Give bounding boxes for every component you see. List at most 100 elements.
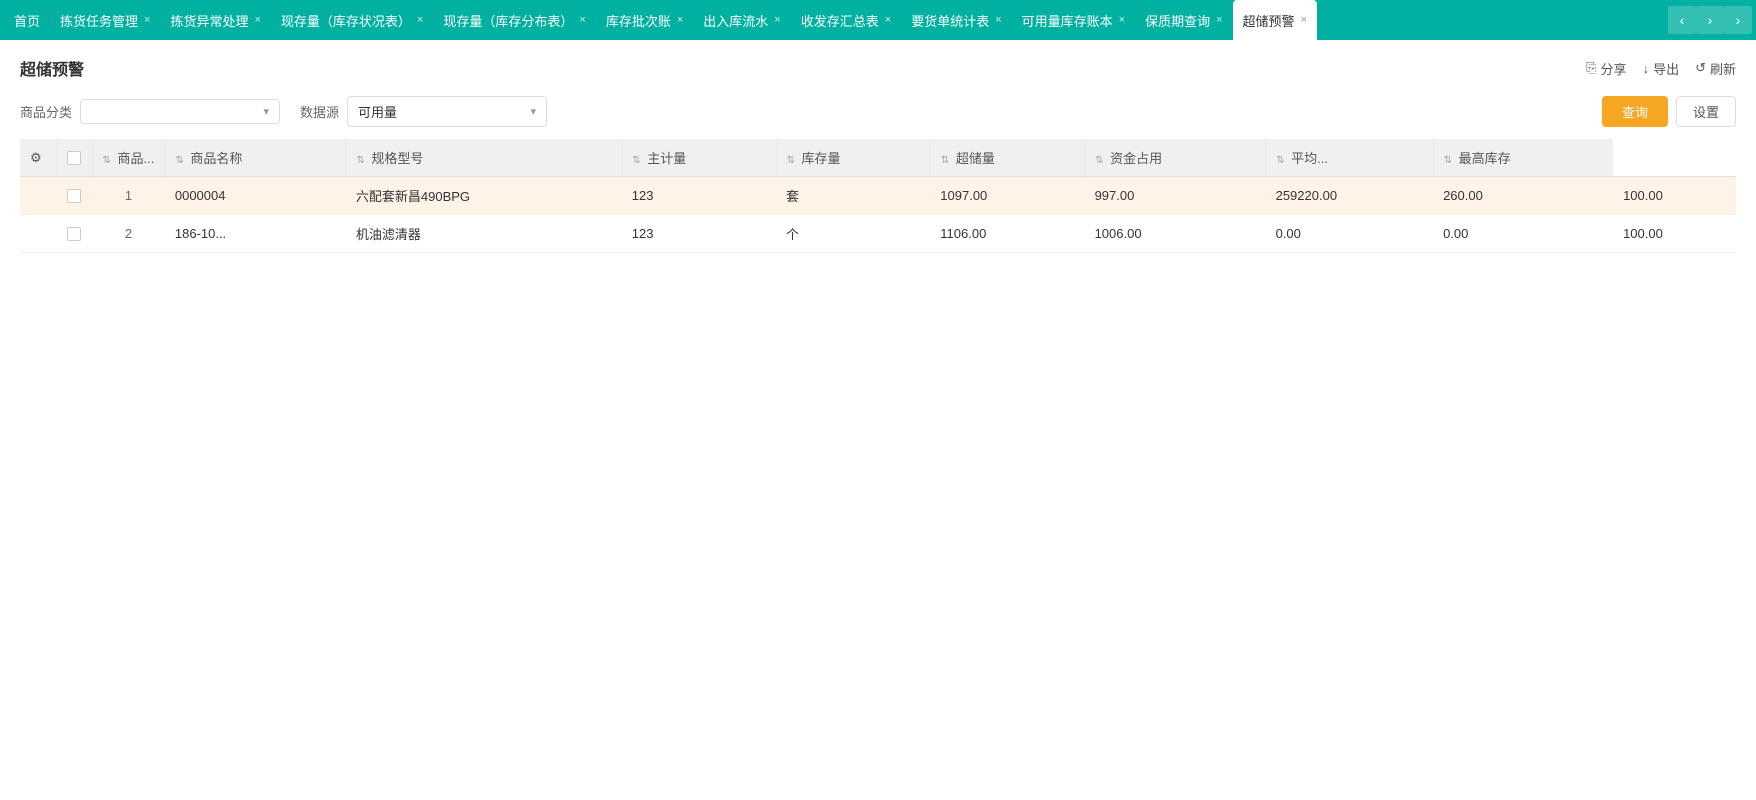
datasource-label: 数据源: [300, 102, 339, 121]
header-actions: ⎘ 分享 ↓ 导出 ↺ 刷新: [1586, 59, 1736, 78]
table-header-row: ⚙ ⇅ 商品... ⇅ 商品名称 ⇅ 规格型号 ⇅ 主计: [20, 139, 1736, 177]
filter-row: 商品分类 ▾ 数据源 可用量 ▾ 查询 设置: [20, 96, 1736, 127]
page-title: 超储预警: [20, 56, 84, 80]
col-capital[interactable]: ⇅ 资金占用: [1085, 139, 1266, 177]
col-overstock[interactable]: ⇅ 超储量: [930, 139, 1084, 177]
col-max-stock[interactable]: ⇅ 最高库存: [1433, 139, 1613, 177]
header-checkbox[interactable]: [67, 151, 81, 165]
nav-batch[interactable]: 库存批次账 ×: [596, 0, 693, 40]
data-table: ⚙ ⇅ 商品... ⇅ 商品名称 ⇅ 规格型号 ⇅ 主计: [20, 139, 1736, 253]
settings-button[interactable]: 设置: [1676, 96, 1736, 127]
nav-collect-summary[interactable]: 收发存汇总表 ×: [791, 0, 901, 40]
row-avg-1: 0.00: [1433, 215, 1613, 253]
nav-arrow-left[interactable]: ‹: [1668, 6, 1696, 34]
export-icon: ↓: [1643, 61, 1650, 76]
sort-icon: ⇅: [787, 155, 795, 166]
row-gear-1[interactable]: [20, 215, 56, 253]
share-icon: ⎘: [1586, 60, 1596, 76]
col-spec[interactable]: ⇅ 规格型号: [346, 139, 622, 177]
nav-inout-flow[interactable]: 出入库流水 ×: [693, 0, 790, 40]
refresh-icon: ↺: [1695, 60, 1706, 76]
main-content: 超储预警 ⎘ 分享 ↓ 导出 ↺ 刷新 商品分类 ▾ 数据源: [0, 40, 1756, 800]
row-item-name-1: 机油滤清器: [346, 215, 622, 253]
row-num-0: 1: [92, 177, 165, 215]
nav-demand-stats[interactable]: 要货单统计表 ×: [901, 0, 1011, 40]
row-spec-0: 123: [622, 177, 776, 215]
row-item-code-0: 0000004: [165, 177, 346, 215]
nav-shelf-life[interactable]: 保质期查询 ×: [1135, 0, 1232, 40]
close-icon[interactable]: ×: [677, 14, 683, 26]
datasource-value: 可用量: [358, 102, 397, 121]
row-item-name-0: 六配套新昌490BPG: [346, 177, 622, 215]
close-icon[interactable]: ×: [1301, 14, 1307, 26]
col-item-name[interactable]: ⇅ 商品名称: [165, 139, 346, 177]
close-icon[interactable]: ×: [254, 14, 260, 26]
col-unit[interactable]: ⇅ 主计量: [622, 139, 776, 177]
nav-home[interactable]: 首页: [4, 0, 50, 40]
close-icon[interactable]: ×: [144, 14, 150, 26]
gear-header[interactable]: ⚙: [20, 139, 56, 177]
nav-arrows: ‹ › ›: [1668, 6, 1752, 34]
col-item-code[interactable]: ⇅ 商品...: [92, 139, 165, 177]
row-capital-0: 259220.00: [1266, 177, 1433, 215]
row-checkbox-0[interactable]: [67, 189, 81, 203]
close-icon[interactable]: ×: [417, 14, 423, 26]
category-filter-group: 商品分类 ▾: [20, 99, 280, 124]
sort-icon: ⇅: [103, 155, 111, 166]
refresh-button[interactable]: ↺ 刷新: [1695, 59, 1736, 78]
close-icon[interactable]: ×: [579, 14, 585, 26]
datasource-filter-group: 数据源 可用量 ▾: [300, 96, 547, 127]
close-icon[interactable]: ×: [1119, 14, 1125, 26]
export-button[interactable]: ↓ 导出: [1643, 59, 1680, 78]
close-icon[interactable]: ×: [885, 14, 891, 26]
row-gear-0[interactable]: [20, 177, 56, 215]
nav-arrow-right[interactable]: ›: [1696, 6, 1724, 34]
row-checkbox-1[interactable]: [67, 227, 81, 241]
row-unit-0: 套: [776, 177, 930, 215]
row-checkbox-cell-1: [56, 215, 92, 253]
filter-actions: 查询 设置: [1602, 96, 1736, 127]
page-header: 超储预警 ⎘ 分享 ↓ 导出 ↺ 刷新: [20, 56, 1736, 80]
category-label: 商品分类: [20, 102, 72, 121]
row-overstock-1: 1006.00: [1085, 215, 1266, 253]
nav-exception[interactable]: 拣货异常处理 ×: [160, 0, 270, 40]
sort-icon: ⇅: [941, 155, 949, 166]
nav-arrow-more[interactable]: ›: [1724, 6, 1752, 34]
col-avg[interactable]: ⇅ 平均...: [1266, 139, 1433, 177]
nav-overstock-alert[interactable]: 超储预警 ×: [1233, 0, 1317, 40]
table-row: 2 186-10... 机油滤清器 123 个 1106.00 1006.00 …: [20, 215, 1736, 253]
row-max-stock-1: 100.00: [1613, 215, 1736, 253]
nav-task-mgmt[interactable]: 拣货任务管理 ×: [50, 0, 160, 40]
share-button[interactable]: ⎘ 分享: [1586, 59, 1626, 78]
query-button[interactable]: 查询: [1602, 96, 1668, 127]
top-nav: 首页 拣货任务管理 × 拣货异常处理 × 现存量（库存状况表） × 现存量（库存…: [0, 0, 1756, 40]
sort-icon: ⇅: [356, 155, 364, 166]
sort-icon: ⇅: [1444, 155, 1452, 166]
category-select[interactable]: ▾: [80, 99, 280, 124]
chevron-down-icon: ▾: [531, 105, 537, 118]
nav-stock-dist[interactable]: 现存量（库存分布表） ×: [433, 0, 595, 40]
close-icon[interactable]: ×: [995, 14, 1001, 26]
nav-stock-status[interactable]: 现存量（库存状况表） ×: [271, 0, 433, 40]
row-num-1: 2: [92, 215, 165, 253]
checkbox-header[interactable]: [56, 139, 92, 177]
row-item-code-1: 186-10...: [165, 215, 346, 253]
row-avg-0: 260.00: [1433, 177, 1613, 215]
col-stock[interactable]: ⇅ 库存量: [776, 139, 930, 177]
row-capital-1: 0.00: [1266, 215, 1433, 253]
datasource-select[interactable]: 可用量 ▾: [347, 96, 547, 127]
row-checkbox-cell-0: [56, 177, 92, 215]
close-icon[interactable]: ×: [774, 14, 780, 26]
sort-icon: ⇅: [632, 155, 640, 166]
chevron-down-icon: ▾: [263, 105, 269, 118]
sort-icon: ⇅: [1276, 155, 1284, 166]
row-stock-1: 1106.00: [930, 215, 1084, 253]
close-icon[interactable]: ×: [1216, 14, 1222, 26]
row-max-stock-0: 100.00: [1613, 177, 1736, 215]
row-unit-1: 个: [776, 215, 930, 253]
row-stock-0: 1097.00: [930, 177, 1084, 215]
table-row: 1 0000004 六配套新昌490BPG 123 套 1097.00 997.…: [20, 177, 1736, 215]
row-overstock-0: 997.00: [1085, 177, 1266, 215]
row-spec-1: 123: [622, 215, 776, 253]
nav-available-ledger[interactable]: 可用量库存账本 ×: [1012, 0, 1135, 40]
